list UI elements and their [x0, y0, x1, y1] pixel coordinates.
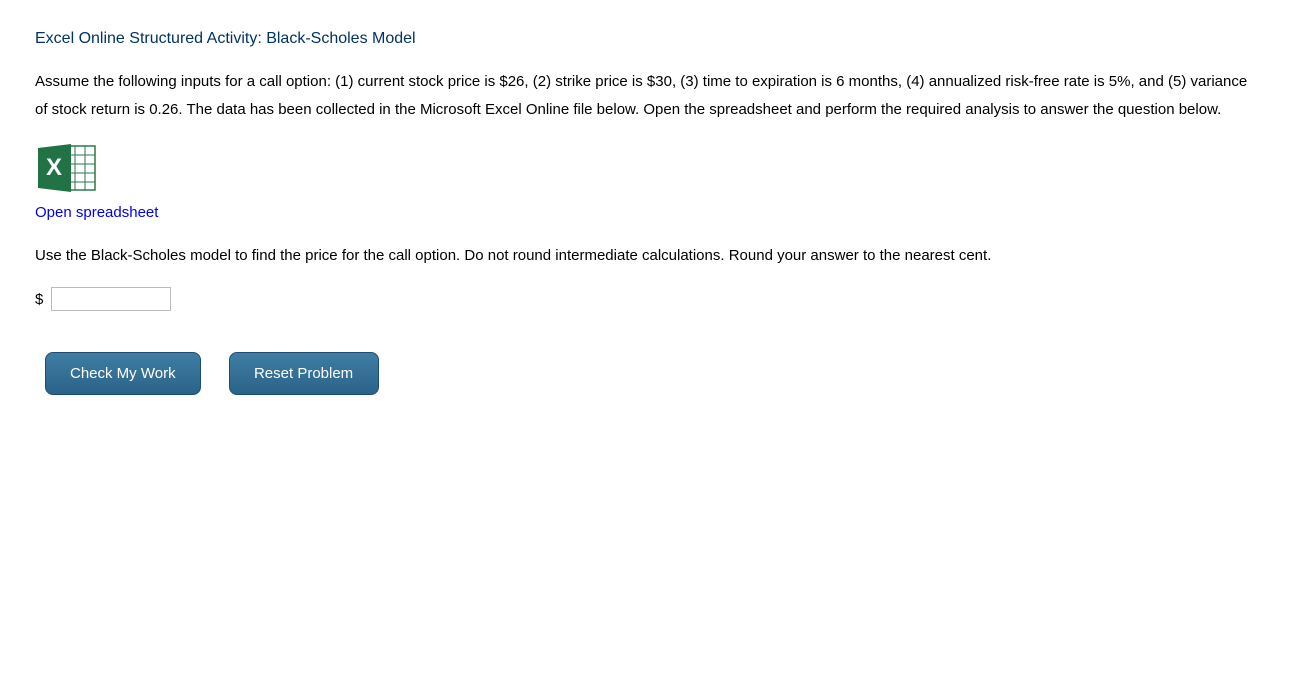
check-my-work-button[interactable]: Check My Work	[45, 352, 201, 395]
currency-symbol: $	[35, 287, 43, 313]
problem-description: Assume the following inputs for a call o…	[35, 68, 1254, 124]
svg-text:X: X	[46, 154, 62, 181]
question-text: Use the Black-Scholes model to find the …	[35, 243, 1254, 269]
reset-problem-button[interactable]: Reset Problem	[229, 352, 379, 395]
open-spreadsheet-link[interactable]: Open spreadsheet	[35, 200, 158, 226]
activity-title: Excel Online Structured Activity: Black-…	[35, 25, 1254, 52]
excel-icon-wrapper[interactable]: X	[35, 142, 1254, 194]
answer-input[interactable]	[51, 287, 171, 311]
answer-row: $	[35, 287, 1254, 313]
excel-icon: X	[35, 142, 99, 194]
buttons-row: Check My Work Reset Problem	[35, 352, 1254, 395]
